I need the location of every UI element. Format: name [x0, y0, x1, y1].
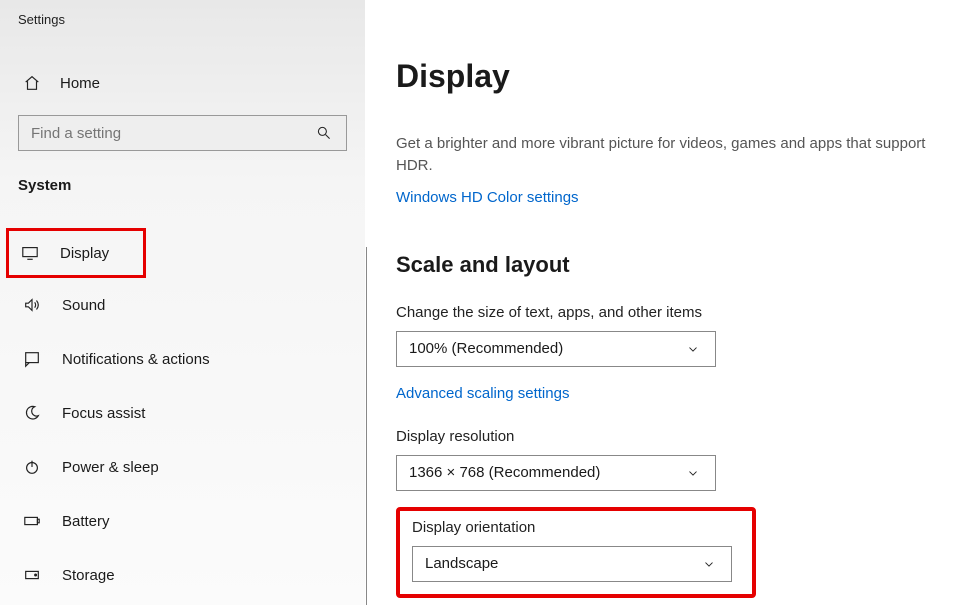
scale-dropdown[interactable]: 100% (Recommended): [396, 331, 716, 367]
resolution-label: Display resolution: [396, 428, 975, 445]
chevron-down-icon: [683, 339, 703, 359]
orientation-highlight: Display orientation Landscape: [396, 507, 756, 598]
category-title: System: [0, 151, 365, 194]
nav-list: Display Sound Notifications & actions Fo…: [0, 228, 365, 602]
sidebar-item-battery[interactable]: Battery: [0, 494, 365, 548]
home-label: Home: [60, 75, 100, 92]
chevron-down-icon: [699, 554, 719, 574]
sidebar-item-label: Power & sleep: [62, 459, 159, 476]
sound-icon: [22, 295, 42, 315]
sidebar-item-focus-assist[interactable]: Focus assist: [0, 386, 365, 440]
notifications-icon: [22, 349, 42, 369]
scale-label: Change the size of text, apps, and other…: [396, 304, 975, 321]
search-container: [18, 115, 347, 151]
storage-icon: [22, 565, 42, 585]
sidebar: Settings Home System Display Sound: [0, 0, 365, 605]
moon-icon: [22, 403, 42, 423]
scale-value: 100% (Recommended): [409, 340, 563, 357]
scale-section-title: Scale and layout: [396, 252, 975, 278]
sidebar-item-storage[interactable]: Storage: [0, 548, 365, 602]
resolution-dropdown[interactable]: 1366 × 768 (Recommended): [396, 455, 716, 491]
sidebar-item-label: Notifications & actions: [62, 351, 210, 368]
hdr-color-link[interactable]: Windows HD Color settings: [396, 189, 579, 206]
divider: [366, 247, 367, 605]
orientation-value: Landscape: [425, 555, 498, 572]
main-content: Display Get a brighter and more vibrant …: [365, 0, 975, 605]
display-icon: [20, 243, 40, 263]
hdr-description: Get a brighter and more vibrant picture …: [396, 133, 956, 177]
chevron-down-icon: [683, 463, 703, 483]
sidebar-item-display[interactable]: Display: [6, 228, 146, 278]
sidebar-item-label: Battery: [62, 513, 110, 530]
sidebar-item-label: Focus assist: [62, 405, 145, 422]
sidebar-item-sound[interactable]: Sound: [0, 278, 365, 332]
search-input[interactable]: [31, 125, 314, 142]
home-nav[interactable]: Home: [0, 73, 365, 93]
orientation-dropdown[interactable]: Landscape: [412, 546, 732, 582]
battery-icon: [22, 511, 42, 531]
sidebar-item-label: Sound: [62, 297, 105, 314]
sidebar-item-label: Storage: [62, 567, 115, 584]
page-title: Display: [396, 58, 975, 95]
orientation-label: Display orientation: [412, 519, 740, 536]
sidebar-item-power-sleep[interactable]: Power & sleep: [0, 440, 365, 494]
search-icon: [314, 123, 334, 143]
window-title: Settings: [0, 0, 365, 27]
search-box[interactable]: [18, 115, 347, 151]
sidebar-item-label: Display: [60, 245, 109, 262]
home-icon: [22, 73, 42, 93]
sidebar-item-notifications[interactable]: Notifications & actions: [0, 332, 365, 386]
power-icon: [22, 457, 42, 477]
resolution-value: 1366 × 768 (Recommended): [409, 464, 600, 481]
advanced-scaling-link[interactable]: Advanced scaling settings: [396, 385, 569, 402]
